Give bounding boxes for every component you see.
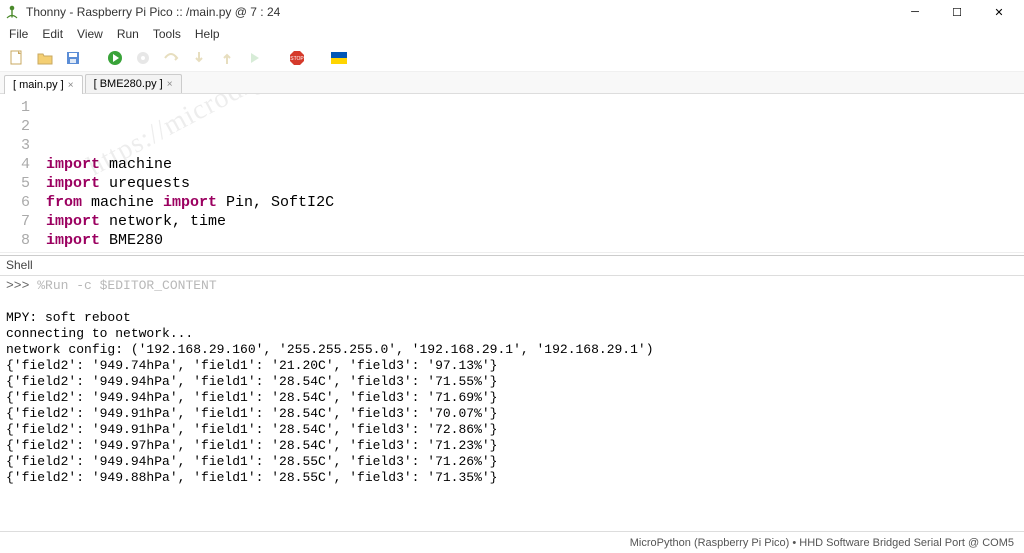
line-number-gutter: 12345678	[0, 94, 36, 252]
new-file-icon[interactable]	[6, 47, 28, 69]
line-number: 5	[0, 174, 30, 193]
step-over-icon[interactable]	[160, 47, 182, 69]
step-into-icon[interactable]	[188, 47, 210, 69]
shell-output-line: {'field2': '949.97hPa', 'field1': '28.54…	[6, 438, 1018, 454]
shell-output-line: {'field2': '949.88hPa', 'field1': '28.55…	[6, 470, 1018, 486]
code-area[interactable]: https://microdigisoft.com - 16:12 import…	[36, 94, 1024, 252]
shell-output-line: network config: ('192.168.29.160', '255.…	[6, 342, 1018, 358]
interpreter-status[interactable]: MicroPython (Raspberry Pi Pico) • HHD So…	[630, 537, 1014, 549]
close-icon[interactable]: ×	[68, 80, 74, 91]
save-file-icon[interactable]	[62, 47, 84, 69]
menu-edit[interactable]: Edit	[35, 25, 70, 43]
editor-tabs: [ main.py ] × [ BME280.py ] ×	[0, 72, 1024, 94]
menu-tools[interactable]: Tools	[146, 25, 188, 43]
shell-output[interactable]: >>> %Run -c $EDITOR_CONTENT MPY: soft re…	[0, 276, 1024, 531]
close-button[interactable]: ✕	[978, 0, 1020, 24]
line-number: 4	[0, 155, 30, 174]
line-number: 1	[0, 98, 30, 117]
shell-output-line: MPY: soft reboot	[6, 310, 1018, 326]
shell-output-line: {'field2': '949.91hPa', 'field1': '28.54…	[6, 422, 1018, 438]
line-number: 3	[0, 136, 30, 155]
debug-icon[interactable]	[132, 47, 154, 69]
menu-bar: File Edit View Run Tools Help	[0, 24, 1024, 44]
code-line[interactable]: import BME280	[46, 231, 1024, 250]
code-line[interactable]: import machine	[46, 155, 1024, 174]
menu-view[interactable]: View	[70, 25, 110, 43]
minimize-button[interactable]: ─	[894, 0, 936, 24]
shell-output-line: {'field2': '949.94hPa', 'field1': '28.55…	[6, 454, 1018, 470]
app-icon	[4, 4, 20, 20]
window-titlebar: Thonny - Raspberry Pi Pico :: /main.py @…	[0, 0, 1024, 24]
shell-output-line: {'field2': '949.94hPa', 'field1': '28.54…	[6, 390, 1018, 406]
stop-icon[interactable]: STOP	[286, 47, 308, 69]
line-number: 8	[0, 231, 30, 250]
support-ukraine-icon[interactable]	[328, 47, 350, 69]
window-controls: ─ ☐ ✕	[894, 0, 1020, 24]
toolbar: STOP	[0, 44, 1024, 72]
shell-output-line: {'field2': '949.91hPa', 'field1': '28.54…	[6, 406, 1018, 422]
open-file-icon[interactable]	[34, 47, 56, 69]
menu-help[interactable]: Help	[188, 25, 227, 43]
code-line[interactable]: import network, time	[46, 212, 1024, 231]
menu-run[interactable]: Run	[110, 25, 146, 43]
line-number: 6	[0, 193, 30, 212]
code-line[interactable]	[46, 250, 1024, 252]
line-number: 2	[0, 117, 30, 136]
tab-label: [ BME280.py ]	[94, 78, 163, 90]
step-out-icon[interactable]	[216, 47, 238, 69]
tab-label: [ main.py ]	[13, 79, 64, 91]
shell-panel: Shell >>> %Run -c $EDITOR_CONTENT MPY: s…	[0, 256, 1024, 531]
status-bar: MicroPython (Raspberry Pi Pico) • HHD So…	[0, 531, 1024, 553]
shell-output-line: {'field2': '949.74hPa', 'field1': '21.20…	[6, 358, 1018, 374]
maximize-button[interactable]: ☐	[936, 0, 978, 24]
shell-output-line	[6, 294, 1018, 310]
line-number: 7	[0, 212, 30, 231]
shell-panel-label: Shell	[0, 256, 1024, 276]
shell-prompt-line: >>> %Run -c $EDITOR_CONTENT	[6, 278, 1018, 294]
run-icon[interactable]	[104, 47, 126, 69]
window-title: Thonny - Raspberry Pi Pico :: /main.py @…	[26, 5, 894, 19]
resume-icon[interactable]	[244, 47, 266, 69]
tab-main-py[interactable]: [ main.py ] ×	[4, 75, 83, 94]
shell-output-line: connecting to network...	[6, 326, 1018, 342]
shell-output-line: {'field2': '949.94hPa', 'field1': '28.54…	[6, 374, 1018, 390]
close-icon[interactable]: ×	[167, 79, 173, 90]
code-line[interactable]: from machine import Pin, SoftI2C	[46, 193, 1024, 212]
code-line[interactable]: import urequests	[46, 174, 1024, 193]
tab-bme280-py[interactable]: [ BME280.py ] ×	[85, 74, 182, 93]
svg-text:STOP: STOP	[290, 56, 304, 62]
menu-file[interactable]: File	[2, 25, 35, 43]
code-editor[interactable]: 12345678 https://microdigisoft.com - 16:…	[0, 94, 1024, 252]
